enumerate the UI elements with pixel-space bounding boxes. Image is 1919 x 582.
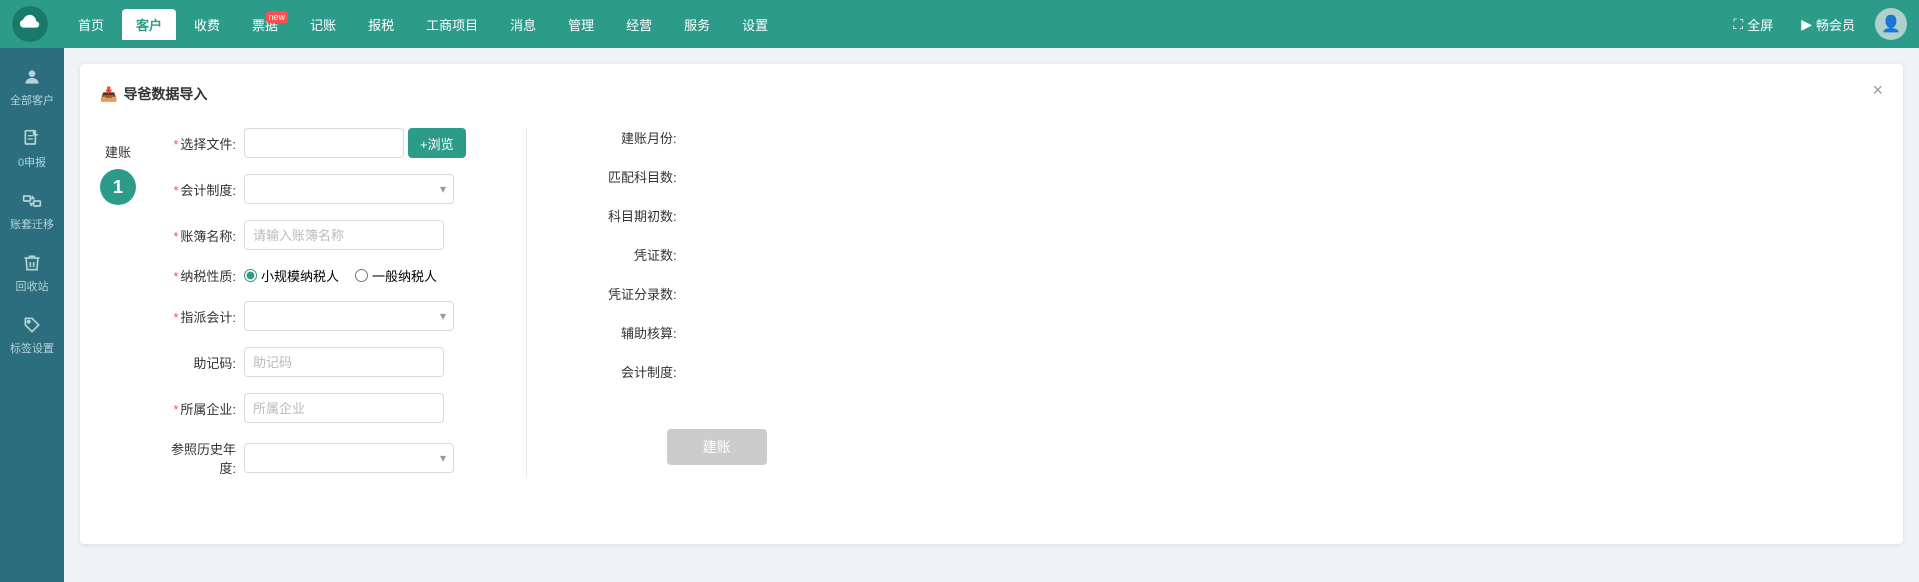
nav-right: ⛶ 全屏 ▶ 畅会员 👤 bbox=[1725, 8, 1907, 40]
nav-bookkeeping[interactable]: 记账 bbox=[296, 9, 350, 40]
accounting-row: *会计制度: bbox=[156, 174, 466, 204]
info-panel: 建账月份: 匹配科目数: 科目期初数: 凭证数: bbox=[587, 128, 847, 477]
panel-title: 📥 导爸数据导入 bbox=[100, 84, 1883, 104]
vertical-divider bbox=[526, 128, 527, 477]
month-row: 建账月份: bbox=[587, 128, 847, 147]
trash-icon bbox=[21, 252, 43, 274]
accountant-select-wrapper bbox=[244, 301, 454, 331]
accountant-row: *指派会计: bbox=[156, 301, 466, 331]
nav-settings[interactable]: 设置 bbox=[728, 9, 782, 40]
period-label: 科目期初数: bbox=[587, 206, 677, 225]
tag-icon bbox=[21, 314, 43, 336]
panel: 📥 导爸数据导入 × 建账 1 *选择文件: bbox=[80, 64, 1903, 544]
file-icon bbox=[21, 128, 43, 150]
bookname-label: *账簿名称: bbox=[156, 226, 236, 245]
sidebar-item-all-customers[interactable]: 全部客户 bbox=[0, 56, 64, 118]
form-fields: *选择文件: +浏览 *会计制度: bbox=[156, 128, 466, 477]
nav-home[interactable]: 首页 bbox=[64, 9, 118, 40]
sidebar-item-transfer[interactable]: 账套迁移 bbox=[0, 180, 64, 242]
form-step-1: 建账 1 *选择文件: +浏览 bbox=[100, 128, 466, 477]
sidebar-item-zero-report[interactable]: 0申报 bbox=[0, 118, 64, 180]
form-container: 建账 1 *选择文件: +浏览 bbox=[100, 128, 1883, 477]
tax-row: *纳税性质: 小规模纳税人 一般纳税人 bbox=[156, 266, 466, 285]
accounting-label: *会计制度: bbox=[156, 180, 236, 199]
file-row: *选择文件: +浏览 bbox=[156, 128, 466, 158]
step-label: 建账 bbox=[105, 142, 131, 161]
close-button[interactable]: × bbox=[1872, 80, 1883, 101]
tax-general-radio[interactable] bbox=[355, 269, 368, 282]
member-btn[interactable]: ▶ 畅会员 bbox=[1793, 11, 1863, 38]
aux-row: 辅助核算: bbox=[587, 323, 847, 342]
history-select[interactable] bbox=[244, 443, 454, 473]
month-label: 建账月份: bbox=[587, 128, 677, 147]
nav-tax[interactable]: 报税 bbox=[354, 9, 408, 40]
member-icon: ▶ bbox=[1801, 16, 1812, 33]
memo-row: 助记码: bbox=[156, 347, 466, 377]
tax-small-option[interactable]: 小规模纳税人 bbox=[244, 266, 339, 285]
nav-customer[interactable]: 客户 bbox=[122, 9, 176, 40]
nav-business[interactable]: 工商项目 bbox=[412, 9, 492, 40]
tax-label: *纳税性质: bbox=[156, 266, 236, 285]
tax-small-radio[interactable] bbox=[244, 269, 257, 282]
new-badge: new bbox=[266, 11, 289, 23]
company-row: *所属企业: bbox=[156, 393, 466, 423]
build-button[interactable]: 建账 bbox=[667, 429, 767, 465]
avatar[interactable]: 👤 bbox=[1875, 8, 1907, 40]
accountant-label: *指派会计: bbox=[156, 307, 236, 326]
company-label: *所属企业: bbox=[156, 399, 236, 418]
transfer-icon bbox=[21, 190, 43, 212]
sidebar: 全部客户 0申报 账套迁移 bbox=[0, 48, 64, 582]
accounting-select-wrapper bbox=[244, 174, 454, 204]
company-input[interactable] bbox=[244, 393, 444, 423]
file-input-group: +浏览 bbox=[244, 128, 466, 158]
aux-label: 辅助核算: bbox=[587, 323, 677, 342]
nav-service[interactable]: 服务 bbox=[670, 9, 724, 40]
logo[interactable] bbox=[12, 6, 48, 42]
nav-operation[interactable]: 经营 bbox=[612, 9, 666, 40]
step-badge: 1 bbox=[100, 169, 136, 205]
match-label: 匹配科目数: bbox=[587, 167, 677, 186]
history-label: 参照历史年度: bbox=[156, 439, 236, 477]
bookname-input[interactable] bbox=[244, 220, 444, 250]
match-row: 匹配科目数: bbox=[587, 167, 847, 186]
main-layout: 全部客户 0申报 账套迁移 bbox=[0, 48, 1919, 582]
nav-items: 首页 客户 收费 票据 new 记账 报税 工商项目 消息 管理 经营 服务 设… bbox=[64, 9, 1725, 40]
bookname-row: *账簿名称: bbox=[156, 220, 466, 250]
top-nav: 首页 客户 收费 票据 new 记账 报税 工商项目 消息 管理 经营 服务 设… bbox=[0, 0, 1919, 48]
browse-button[interactable]: +浏览 bbox=[408, 128, 466, 158]
sidebar-item-recycle[interactable]: 回收站 bbox=[0, 242, 64, 304]
nav-message[interactable]: 消息 bbox=[496, 9, 550, 40]
voucher-row: 凭证数: bbox=[587, 245, 847, 264]
sidebar-item-tags[interactable]: 标签设置 bbox=[0, 304, 64, 366]
accountant-select[interactable] bbox=[244, 301, 454, 331]
nav-ticket[interactable]: 票据 new bbox=[238, 9, 292, 40]
nav-manage[interactable]: 管理 bbox=[554, 9, 608, 40]
memo-label: 助记码: bbox=[156, 353, 236, 372]
tax-radio-group: 小规模纳税人 一般纳税人 bbox=[244, 266, 437, 285]
voucher-records-label: 凭证分录数: bbox=[587, 284, 677, 303]
voucher-records-row: 凭证分录数: bbox=[587, 284, 847, 303]
voucher-label: 凭证数: bbox=[587, 245, 677, 264]
accounting-info-row: 会计制度: bbox=[587, 362, 847, 381]
history-select-wrapper bbox=[244, 443, 454, 473]
accounting-select[interactable] bbox=[244, 174, 454, 204]
file-input[interactable] bbox=[244, 128, 404, 158]
nav-fee[interactable]: 收费 bbox=[180, 9, 234, 40]
fullscreen-icon: ⛶ bbox=[1733, 16, 1743, 33]
file-label: *选择文件: bbox=[156, 134, 236, 153]
tax-general-option[interactable]: 一般纳税人 bbox=[355, 266, 437, 285]
content-area: 📥 导爸数据导入 × 建账 1 *选择文件: bbox=[64, 48, 1919, 582]
accounting-info-label: 会计制度: bbox=[587, 362, 677, 381]
user-icon bbox=[21, 66, 43, 88]
build-btn-wrapper: 建账 bbox=[587, 421, 847, 465]
history-row: 参照历史年度: bbox=[156, 439, 466, 477]
period-row: 科目期初数: bbox=[587, 206, 847, 225]
memo-input[interactable] bbox=[244, 347, 444, 377]
fullscreen-btn[interactable]: ⛶ 全屏 bbox=[1725, 11, 1781, 38]
import-icon: 📥 bbox=[100, 86, 117, 103]
